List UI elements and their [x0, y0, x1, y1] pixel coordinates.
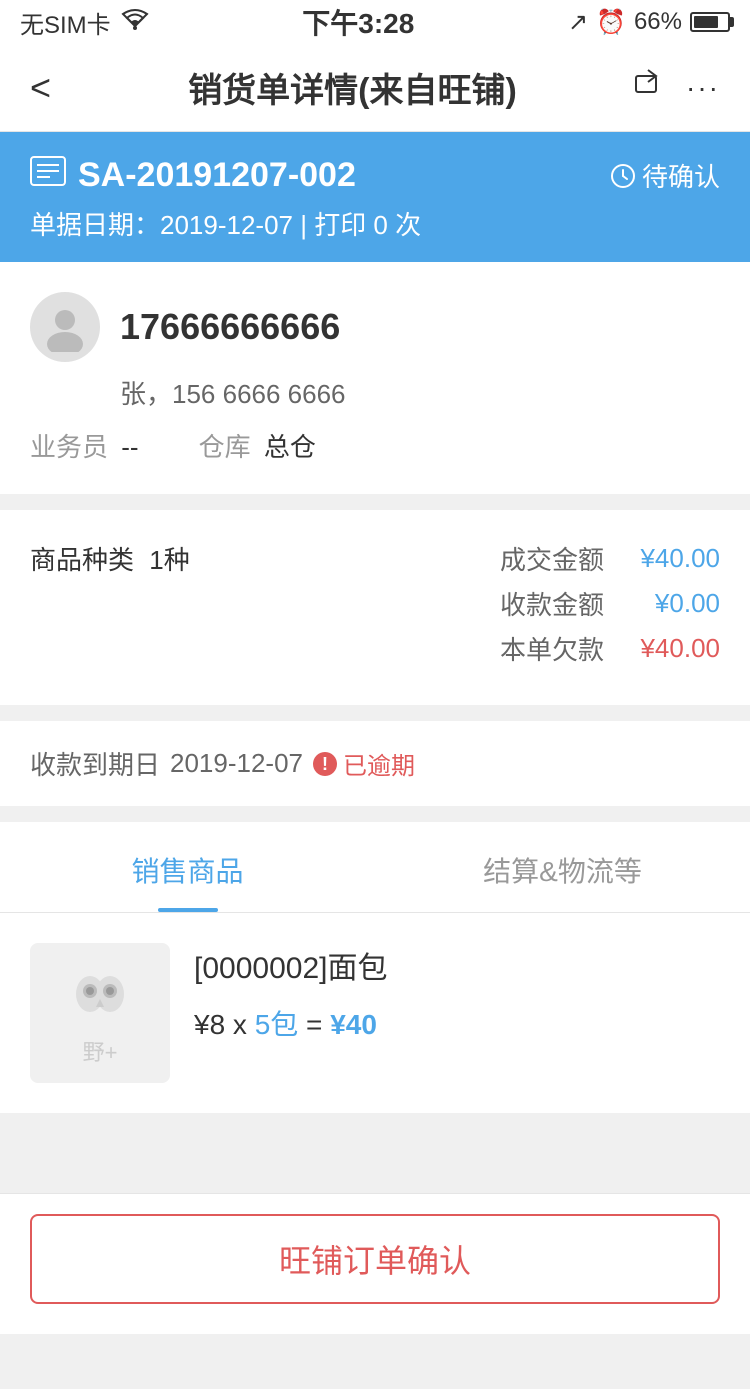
order-status-text: 待确认	[642, 157, 720, 194]
product-thumbnail: 野+	[30, 943, 170, 1083]
share-icon[interactable]	[634, 68, 666, 107]
warehouse-value: 总仓	[264, 432, 316, 462]
alarm-icon: ⏰	[596, 8, 626, 37]
avatar	[30, 292, 100, 362]
status-right: ↗ ⏰ 66%	[568, 8, 730, 37]
order-header: SA-20191207-002 待确认 单据日期：2019-12-07 | 打印…	[0, 132, 750, 262]
due-date-value: 2019-12-07	[170, 748, 303, 779]
order-icon	[30, 156, 66, 195]
nav-title: 销货单详情(来自旺铺)	[71, 63, 634, 112]
product-type: 商品种类 1种	[30, 540, 500, 577]
wifi-icon	[121, 8, 149, 37]
deal-amount-label: 成交金额	[500, 540, 604, 577]
warning-icon: !	[313, 752, 337, 776]
product-info: [0000002]面包 ¥8 x 5包 = ¥40	[194, 943, 720, 1083]
amounts-right: 成交金额 ¥40.00 收款金额 ¥0.00 本单欠款 ¥40.00	[500, 540, 720, 675]
due-date-label: 收款到期日	[30, 745, 160, 782]
customer-phone: 17666666666	[120, 306, 340, 348]
overdue-text: 已逾期	[343, 746, 415, 781]
debt-amount-label: 本单欠款	[500, 630, 604, 667]
order-id: SA-20191207-002	[30, 156, 356, 195]
price-text: ¥8 x	[194, 1009, 255, 1040]
overdue-badge: ! 已逾期	[313, 746, 415, 781]
tabs: 销售商品 结算&物流等	[0, 822, 750, 913]
brand-plus: 野+	[60, 1035, 140, 1067]
customer-section: 17666666666 张，156 6666 6666 业务员 -- 仓库 总仓	[0, 262, 750, 494]
order-status: 待确认	[610, 157, 720, 194]
product-item: 野+ [0000002]面包 ¥8 x 5包 = ¥40	[30, 943, 720, 1083]
equals-text: =	[298, 1009, 330, 1040]
receipt-amount-value: ¥0.00	[620, 588, 720, 619]
tab-sales[interactable]: 销售商品	[0, 822, 375, 912]
product-qty: 5包	[255, 1009, 299, 1040]
deal-amount-value: ¥40.00	[620, 543, 720, 574]
battery-percentage: 66%	[634, 8, 682, 36]
product-price: ¥8 x 5包 = ¥40	[194, 1003, 720, 1043]
amount-section: 商品种类 1种 成交金额 ¥40.00 收款金额 ¥0.00 本单欠款 ¥40.…	[0, 510, 750, 705]
brand-logo	[60, 959, 140, 1039]
product-total: ¥40	[330, 1009, 377, 1040]
back-button[interactable]: <	[30, 67, 71, 109]
debt-amount-value: ¥40.00	[620, 633, 720, 664]
location-icon: ↗	[568, 8, 588, 37]
product-type-value: 1种	[149, 545, 189, 575]
status-bar: 无SIM卡 下午3:28 ↗ ⏰ 66%	[0, 0, 750, 44]
status-left: 无SIM卡	[20, 5, 149, 40]
product-name: [0000002]面包	[194, 943, 720, 987]
confirm-button[interactable]: 旺铺订单确认	[30, 1214, 720, 1304]
status-time: 下午3:28	[302, 2, 414, 42]
more-button[interactable]: ···	[686, 72, 720, 104]
salesperson-label: 业务员	[30, 432, 108, 462]
product-section: 野+ [0000002]面包 ¥8 x 5包 = ¥40	[0, 913, 750, 1113]
battery-icon	[690, 12, 730, 32]
nav-actions: ···	[634, 68, 720, 107]
warehouse-label: 仓库	[199, 432, 251, 462]
customer-name: 张，156 6666 6666	[120, 374, 720, 411]
receipt-amount-label: 收款金额	[500, 585, 604, 622]
nav-bar: < 销货单详情(来自旺铺) ···	[0, 44, 750, 132]
salesperson-value: --	[121, 432, 138, 462]
network-label: 无SIM卡	[20, 5, 111, 40]
bottom-bar: 旺铺订单确认	[0, 1193, 750, 1334]
customer-meta: 业务员 -- 仓库 总仓	[30, 427, 720, 464]
tab-settle[interactable]: 结算&物流等	[375, 822, 750, 912]
product-type-label: 商品种类	[30, 545, 134, 575]
order-date: 单据日期：2019-12-07 | 打印 0 次	[30, 205, 720, 242]
due-section: 收款到期日 2019-12-07 ! 已逾期	[0, 721, 750, 806]
